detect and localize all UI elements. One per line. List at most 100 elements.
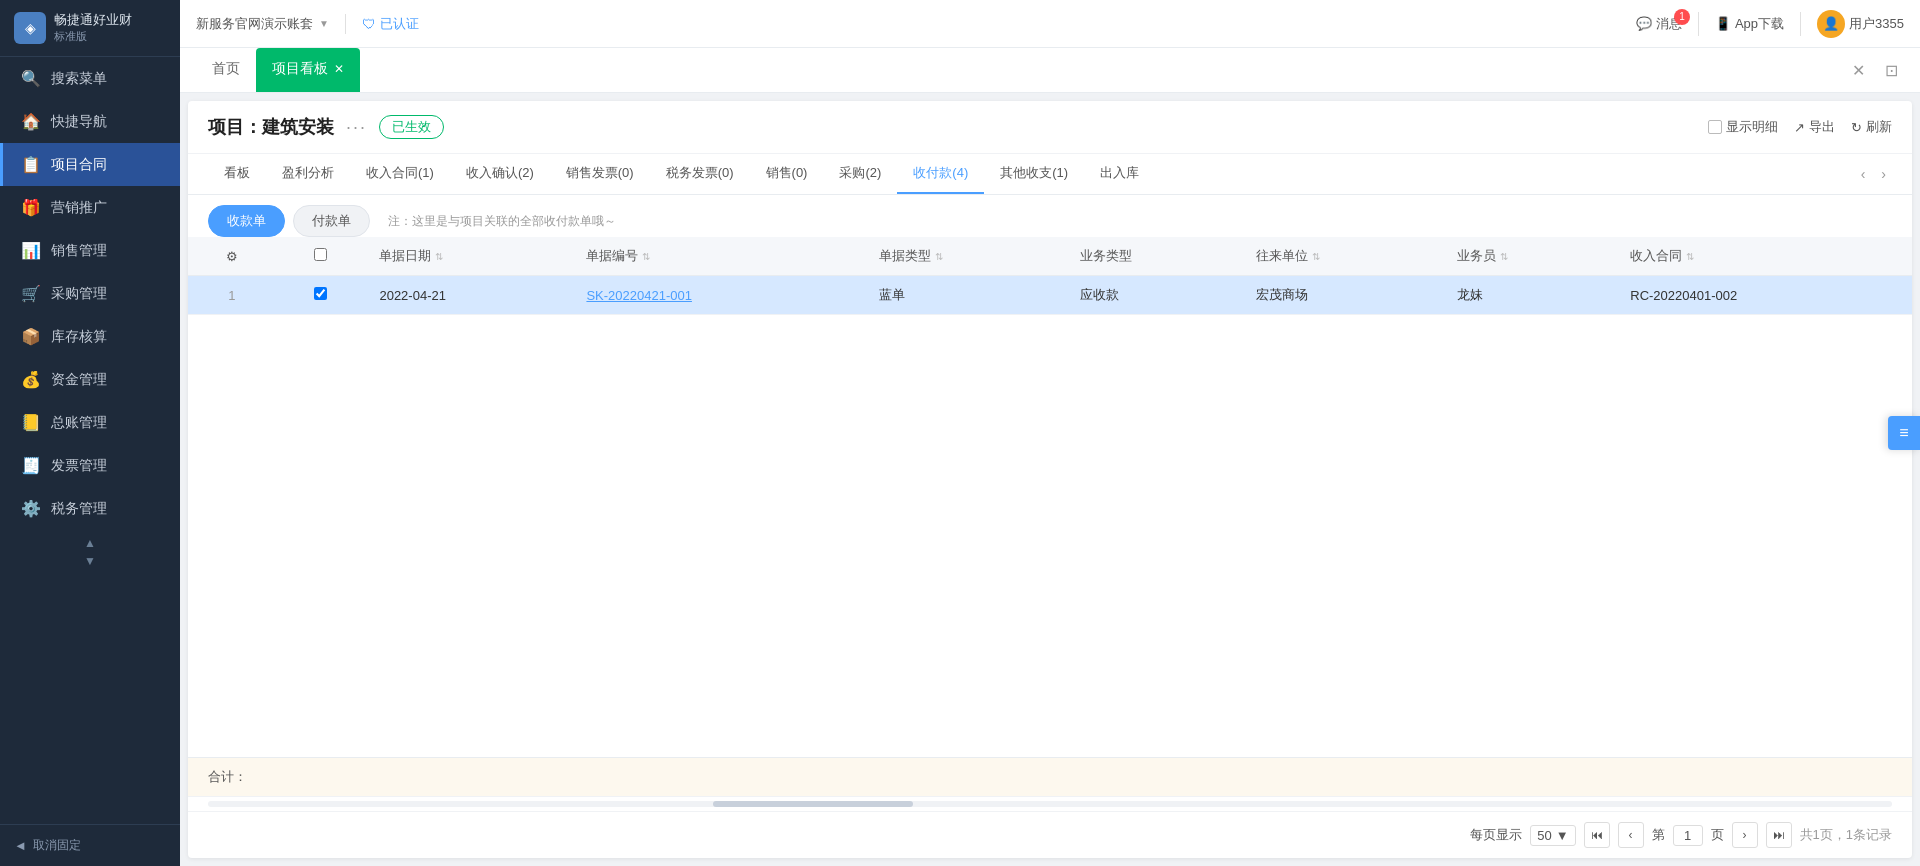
purchase-icon: 🛒 (21, 284, 41, 303)
search-icon: 🔍 (21, 69, 41, 88)
cell-number-link[interactable]: SK-20220421-001 (586, 288, 692, 303)
show-detail-label: 显示明细 (1726, 118, 1778, 136)
sub-tab-profit[interactable]: 盈利分析 (266, 154, 350, 194)
float-action-button[interactable]: ≡ (1888, 416, 1920, 450)
per-page-select[interactable]: 50 ▼ (1530, 825, 1575, 846)
sub-tab-purchase[interactable]: 采购(2) (823, 154, 897, 194)
th-partner[interactable]: 往来单位 ⇅ (1242, 237, 1444, 276)
app-download-label: App下载 (1735, 15, 1784, 33)
th-type[interactable]: 单据类型 ⇅ (865, 237, 1067, 276)
sidebar-item-ledger[interactable]: 📒 总账管理 (0, 401, 180, 444)
sub-tabs-prev-button[interactable]: ‹ (1855, 164, 1872, 184)
sidebar-scroll-down[interactable]: ▼ (82, 552, 98, 570)
project-more-button[interactable]: ··· (346, 117, 367, 138)
select-all-checkbox[interactable] (314, 248, 327, 261)
page-word: 第 (1652, 826, 1665, 844)
show-detail-checkbox-label[interactable]: 显示明细 (1708, 118, 1778, 136)
message-button[interactable]: 💬 消息 1 (1636, 15, 1682, 33)
inner-tab-payment[interactable]: 付款单 (293, 205, 370, 237)
sub-tab-inout[interactable]: 出入库 (1084, 154, 1155, 194)
tab-maximize-button[interactable]: ⊡ (1879, 59, 1904, 82)
export-label: 导出 (1809, 118, 1835, 136)
sidebar-scroll-up[interactable]: ▲ (82, 534, 98, 552)
sub-tab-other-expense[interactable]: 其他收支(1) (984, 154, 1084, 194)
account-selector[interactable]: 新服务官网演示账套 ▼ (196, 15, 329, 33)
sub-tab-sales[interactable]: 销售(0) (750, 154, 824, 194)
th-income-contract[interactable]: 收入合同 ⇅ (1616, 237, 1912, 276)
sidebar-item-purchase[interactable]: 🛒 采购管理 (0, 272, 180, 315)
horizontal-scrollbar[interactable] (208, 801, 1892, 807)
tab-project-board[interactable]: 项目看板 ✕ (256, 48, 360, 92)
app-logo-text: 畅捷通好业财 标准版 (54, 12, 132, 44)
sidebar-unpin-button[interactable]: ◄ 取消固定 (0, 824, 180, 866)
project-status-badge: 已生效 (379, 115, 444, 139)
message-badge: 1 (1674, 9, 1690, 25)
tabs-right-controls: ✕ ⊡ (1846, 59, 1904, 82)
refresh-button[interactable]: ↻ 刷新 (1851, 118, 1892, 136)
th-number[interactable]: 单据编号 ⇅ (572, 237, 865, 276)
row-checkbox[interactable] (314, 287, 327, 300)
topbar: 新服务官网演示账套 ▼ 🛡 已认证 💬 消息 1 📱 App下载 👤 用户335… (180, 0, 1920, 48)
pagination: 每页显示 50 ▼ ⏮ ‹ 第 1 页 › ⏭ 共1页，1条记录 (188, 811, 1912, 858)
tab-home-label: 首页 (212, 60, 240, 78)
ledger-icon: 📒 (21, 413, 41, 432)
table-area: ⚙ 单据日期 ⇅ 单据编号 (188, 237, 1912, 757)
sidebar-item-search[interactable]: 🔍 搜索菜单 (0, 57, 180, 100)
sidebar-item-sales[interactable]: 📊 销售管理 (0, 229, 180, 272)
next-page-button[interactable]: › (1732, 822, 1758, 848)
sub-tabs-next-button[interactable]: › (1875, 164, 1892, 184)
total-label: 合计： (208, 768, 247, 786)
sub-tab-tax-invoice[interactable]: 税务发票(0) (650, 154, 750, 194)
cell-rownum: 1 (188, 276, 276, 315)
cell-checkbox[interactable] (276, 276, 366, 315)
tab-close-icon[interactable]: ✕ (334, 62, 344, 76)
export-button[interactable]: ↗ 导出 (1794, 118, 1835, 136)
sidebar-item-inventory[interactable]: 📦 库存核算 (0, 315, 180, 358)
th-biz-type: 业务类型 (1066, 237, 1241, 276)
cell-number[interactable]: SK-20220421-001 (572, 276, 865, 315)
project-actions: 显示明细 ↗ 导出 ↻ 刷新 (1708, 118, 1892, 136)
inner-tab-note: 注：这里是与项目关联的全部收付款单哦～ (388, 213, 616, 230)
cell-partner: 宏茂商场 (1242, 276, 1444, 315)
th-salesperson[interactable]: 业务员 ⇅ (1443, 237, 1616, 276)
app-download-button[interactable]: 📱 App下载 (1715, 15, 1784, 33)
sidebar-logo: ◈ 畅捷通好业财 标准版 (0, 0, 180, 57)
topbar-divider-1 (345, 14, 346, 34)
total-info: 共1页，1条记录 (1800, 826, 1892, 844)
th-checkbox[interactable] (276, 237, 366, 276)
first-page-button[interactable]: ⏮ (1584, 822, 1610, 848)
table-row[interactable]: 1 2022-04-21 SK-20220421-001 蓝单 应收款 宏茂商场… (188, 276, 1912, 315)
prev-page-button[interactable]: ‹ (1618, 822, 1644, 848)
sidebar-item-capital[interactable]: 💰 资金管理 (0, 358, 180, 401)
inner-tab-receipt[interactable]: 收款单 (208, 205, 285, 237)
tab-home[interactable]: 首页 (196, 48, 256, 92)
sub-tab-income-confirm[interactable]: 收入确认(2) (450, 154, 550, 194)
account-dropdown-icon: ▼ (319, 18, 329, 29)
show-detail-checkbox[interactable] (1708, 120, 1722, 134)
th-settings[interactable]: ⚙ (188, 237, 276, 276)
topbar-divider-3 (1800, 12, 1801, 36)
settings-icon[interactable]: ⚙ (226, 249, 238, 264)
th-date[interactable]: 单据日期 ⇅ (365, 237, 572, 276)
sort-contract-icon: ⇅ (1686, 251, 1694, 262)
cell-salesperson: 龙妹 (1443, 276, 1616, 315)
current-page-input[interactable]: 1 (1673, 825, 1703, 846)
sidebar-item-project[interactable]: 📋 项目合同 (0, 143, 180, 186)
last-page-button[interactable]: ⏭ (1766, 822, 1792, 848)
main-area: 新服务官网演示账套 ▼ 🛡 已认证 💬 消息 1 📱 App下载 👤 用户335… (180, 0, 1920, 866)
sub-tab-income-contract[interactable]: 收入合同(1) (350, 154, 450, 194)
sidebar-item-invoice[interactable]: 🧾 发票管理 (0, 444, 180, 487)
sidebar: ◈ 畅捷通好业财 标准版 🔍 搜索菜单 🏠 快捷导航 📋 项目合同 🎁 营销推广… (0, 0, 180, 866)
invoice-icon: 🧾 (21, 456, 41, 475)
sub-tab-board[interactable]: 看板 (208, 154, 266, 194)
account-name: 新服务官网演示账套 (196, 15, 313, 33)
scrollbar-thumb[interactable] (713, 801, 913, 807)
capital-icon: 💰 (21, 370, 41, 389)
sub-tab-receipts[interactable]: 收付款(4) (897, 154, 984, 194)
sub-tab-sales-invoice[interactable]: 销售发票(0) (550, 154, 650, 194)
tab-close-window-button[interactable]: ✕ (1846, 59, 1871, 82)
user-menu[interactable]: 👤 用户3355 (1817, 10, 1904, 38)
sidebar-item-tax[interactable]: ⚙️ 税务管理 (0, 487, 180, 530)
sidebar-item-marketing[interactable]: 🎁 营销推广 (0, 186, 180, 229)
sidebar-item-quicknav[interactable]: 🏠 快捷导航 (0, 100, 180, 143)
